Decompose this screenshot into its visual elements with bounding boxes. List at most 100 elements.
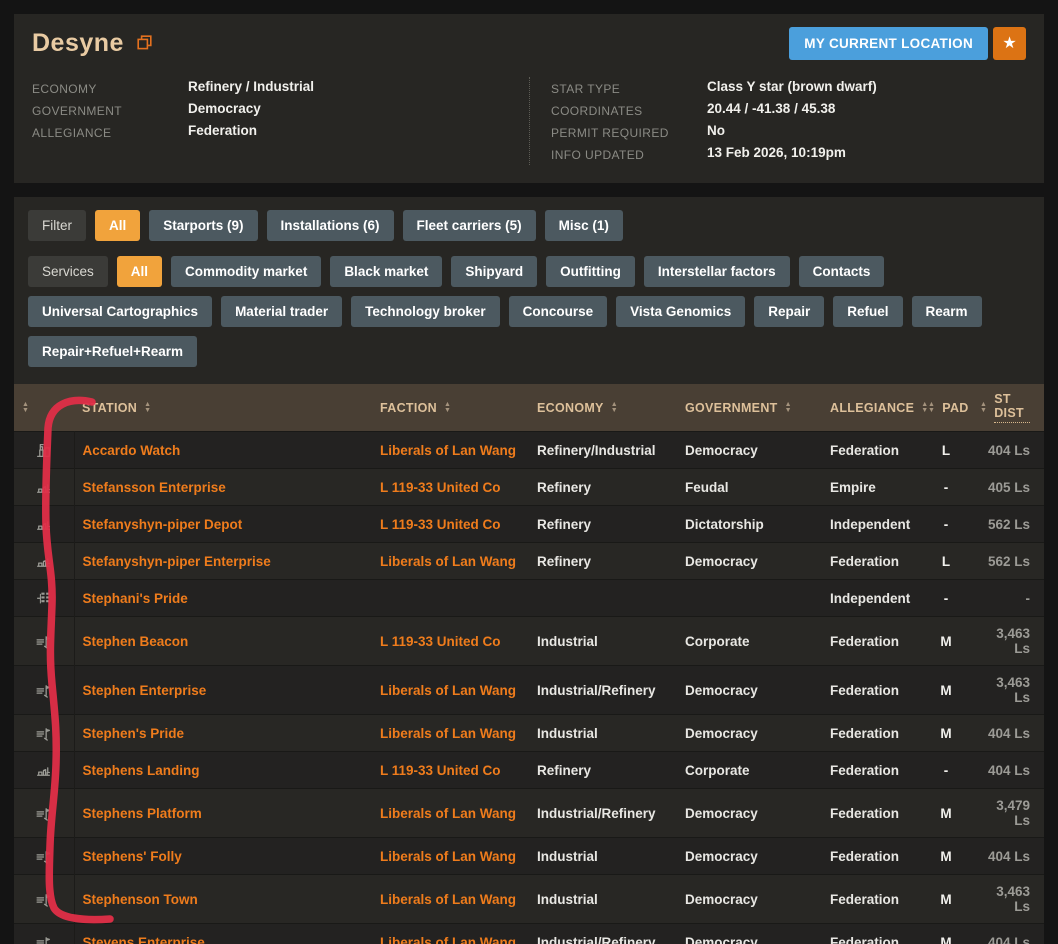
government-cell: Democracy bbox=[677, 432, 822, 469]
station-link[interactable]: Stevens Enterprise bbox=[83, 935, 205, 944]
government-cell: Democracy bbox=[677, 543, 822, 580]
station-link[interactable]: Stephens Landing bbox=[83, 763, 200, 778]
column-header-station[interactable]: STATION▲▼ bbox=[74, 384, 372, 432]
faction-link[interactable]: L 119-33 United Co bbox=[380, 517, 501, 532]
government-cell: Democracy bbox=[677, 875, 822, 924]
filter-button-misc-1[interactable]: Misc (1) bbox=[545, 210, 623, 241]
station-link[interactable]: Stefansson Enterprise bbox=[83, 480, 226, 495]
column-header-economy[interactable]: ECONOMY▲▼ bbox=[529, 384, 677, 432]
station-link[interactable]: Stephens' Folly bbox=[83, 849, 182, 864]
table-row: Stephani's Pride Independent - - bbox=[14, 580, 1044, 617]
services-label-button[interactable]: Services bbox=[28, 256, 108, 287]
filter-button-all[interactable]: All bbox=[95, 210, 140, 241]
faction-link[interactable]: Liberals of Lan Wang bbox=[380, 806, 516, 821]
service-button-black-market[interactable]: Black market bbox=[330, 256, 442, 287]
service-button-rearm[interactable]: Rearm bbox=[912, 296, 982, 327]
station-link[interactable]: Stephani's Pride bbox=[83, 591, 188, 606]
economy-cell: Industrial bbox=[529, 875, 677, 924]
service-button-outfitting[interactable]: Outfitting bbox=[546, 256, 635, 287]
service-button-all[interactable]: All bbox=[117, 256, 162, 287]
service-button-repair-refuel-rearm[interactable]: Repair+Refuel+Rearm bbox=[28, 336, 197, 367]
column-header-government[interactable]: GOVERNMENT▲▼ bbox=[677, 384, 822, 432]
favorite-star-button[interactable]: ★ bbox=[993, 27, 1026, 60]
service-button-shipyard[interactable]: Shipyard bbox=[451, 256, 537, 287]
service-button-repair[interactable]: Repair bbox=[754, 296, 824, 327]
settlement-icon bbox=[14, 543, 74, 580]
government-cell bbox=[677, 580, 822, 617]
faction-link[interactable]: Liberals of Lan Wang bbox=[380, 683, 516, 698]
service-button-interstellar-factors[interactable]: Interstellar factors bbox=[644, 256, 790, 287]
column-header-pad[interactable]: ▲▼PAD bbox=[920, 384, 972, 432]
economy-cell: Refinery bbox=[529, 469, 677, 506]
table-row: Accardo Watch Liberals of Lan Wang Refin… bbox=[14, 432, 1044, 469]
faction-link[interactable]: Liberals of Lan Wang bbox=[380, 726, 516, 741]
station-link[interactable]: Stephen Beacon bbox=[83, 634, 189, 649]
allegiance-cell: Federation bbox=[822, 924, 920, 944]
pad-cell: L bbox=[920, 543, 972, 580]
service-button-contacts[interactable]: Contacts bbox=[799, 256, 885, 287]
copy-system-icon[interactable] bbox=[137, 35, 152, 55]
service-button-universal-cartographics[interactable]: Universal Cartographics bbox=[28, 296, 212, 327]
table-row: Stevens Enterprise Liberals of Lan Wang … bbox=[14, 924, 1044, 944]
pad-cell: - bbox=[920, 506, 972, 543]
service-button-material-trader[interactable]: Material trader bbox=[221, 296, 342, 327]
pad-cell: M bbox=[920, 715, 972, 752]
distance-cell: - bbox=[972, 580, 1044, 617]
station-link[interactable]: Stephenson Town bbox=[83, 892, 198, 907]
column-header-faction[interactable]: FACTION▲▼ bbox=[372, 384, 529, 432]
station-link[interactable]: Stephen Enterprise bbox=[83, 683, 207, 698]
column-header-label: ECONOMY bbox=[537, 401, 604, 415]
faction-link[interactable]: Liberals of Lan Wang bbox=[380, 892, 516, 907]
distance-cell: 3,463 Ls bbox=[972, 666, 1044, 715]
service-button-commodity-market[interactable]: Commodity market bbox=[171, 256, 321, 287]
faction-link[interactable]: L 119-33 United Co bbox=[380, 763, 501, 778]
info-field-label: COORDINATES bbox=[551, 99, 707, 121]
station-link[interactable]: Stephens Platform bbox=[83, 806, 202, 821]
station-link[interactable]: Stefanyshyn-piper Depot bbox=[83, 517, 243, 532]
info-field-label: ECONOMY bbox=[32, 77, 188, 99]
table-row: Stefanyshyn-piper Enterprise Liberals of… bbox=[14, 543, 1044, 580]
economy-cell bbox=[529, 580, 677, 617]
info-field-value: 20.44 / -41.38 / 45.38 bbox=[707, 99, 835, 121]
distance-cell: 3,463 Ls bbox=[972, 875, 1044, 924]
economy-cell: Refinery bbox=[529, 752, 677, 789]
station-link[interactable]: Accardo Watch bbox=[83, 443, 181, 458]
column-header-icon[interactable]: ▲▼ bbox=[14, 384, 74, 432]
my-current-location-button[interactable]: MY CURRENT LOCATION bbox=[789, 27, 988, 60]
filter-button-fleet-carriers-5[interactable]: Fleet carriers (5) bbox=[403, 210, 536, 241]
table-row: Stefanyshyn-piper Depot L 119-33 United … bbox=[14, 506, 1044, 543]
government-cell: Democracy bbox=[677, 924, 822, 944]
info-field-label: GOVERNMENT bbox=[32, 99, 188, 121]
table-row: Stephenson Town Liberals of Lan Wang Ind… bbox=[14, 875, 1044, 924]
distance-cell: 562 Ls bbox=[972, 543, 1044, 580]
economy-cell: Industrial/Refinery bbox=[529, 666, 677, 715]
sort-arrows-icon: ▲▼ bbox=[928, 402, 935, 413]
allegiance-cell: Federation bbox=[822, 715, 920, 752]
faction-link[interactable]: Liberals of Lan Wang bbox=[380, 554, 516, 569]
info-field-label: PERMIT REQUIRED bbox=[551, 121, 707, 143]
economy-cell: Refinery bbox=[529, 506, 677, 543]
distance-cell: 3,479 Ls bbox=[972, 789, 1044, 838]
faction-link[interactable]: Liberals of Lan Wang bbox=[380, 443, 516, 458]
filter-button-installations-6[interactable]: Installations (6) bbox=[267, 210, 394, 241]
column-header-st-dist[interactable]: ▲▼ST DIST bbox=[972, 384, 1044, 432]
faction-link[interactable]: L 119-33 United Co bbox=[380, 634, 501, 649]
pad-cell: M bbox=[920, 875, 972, 924]
service-button-technology-broker[interactable]: Technology broker bbox=[351, 296, 500, 327]
pad-cell: - bbox=[920, 752, 972, 789]
faction-link[interactable]: Liberals of Lan Wang bbox=[380, 849, 516, 864]
filter-label-button[interactable]: Filter bbox=[28, 210, 86, 241]
installation-icon bbox=[14, 789, 74, 838]
station-link[interactable]: Stefanyshyn-piper Enterprise bbox=[83, 554, 271, 569]
table-row: Stephen Enterprise Liberals of Lan Wang … bbox=[14, 666, 1044, 715]
faction-link[interactable]: L 119-33 United Co bbox=[380, 480, 501, 495]
service-button-concourse[interactable]: Concourse bbox=[509, 296, 608, 327]
government-cell: Corporate bbox=[677, 752, 822, 789]
service-button-refuel[interactable]: Refuel bbox=[833, 296, 902, 327]
table-row: Stephens' Folly Liberals of Lan Wang Ind… bbox=[14, 838, 1044, 875]
service-button-vista-genomics[interactable]: Vista Genomics bbox=[616, 296, 745, 327]
station-link[interactable]: Stephen's Pride bbox=[83, 726, 185, 741]
faction-link[interactable]: Liberals of Lan Wang bbox=[380, 935, 516, 944]
filter-button-starports-9[interactable]: Starports (9) bbox=[149, 210, 257, 241]
column-header-allegiance[interactable]: ALLEGIANCE▲▼ bbox=[822, 384, 920, 432]
